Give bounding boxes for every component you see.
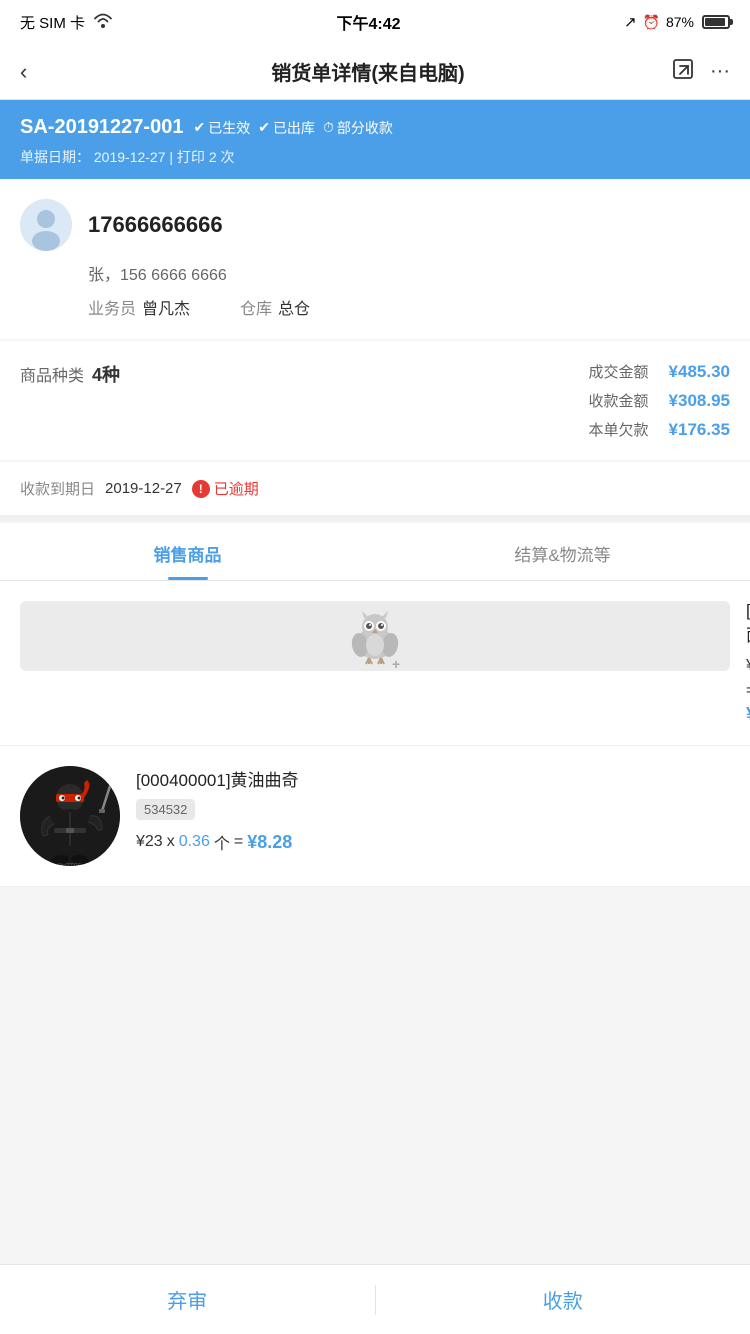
warehouse-name: 总仓: [278, 295, 310, 319]
customer-row: 17666666666: [20, 199, 730, 251]
status-badges: ✔ 已生效 ✔ 已出库 ⏱ 部分收款: [193, 118, 392, 138]
received-value: ¥308.95: [669, 391, 730, 411]
product-price-bread: ¥40 x 5 袋 = ¥199.99: [746, 654, 750, 725]
debt-label: 本单欠款: [589, 419, 649, 440]
check-icon-1: ✔: [193, 119, 205, 136]
overdue-text: 已逾期: [214, 478, 259, 499]
product-info-bread: [0000002]面包 ¥40 x 5 袋 = ¥199.99: [746, 601, 750, 725]
product-item-bread: + [0000002]面包 ¥40 x 5 袋 = ¥199.99: [0, 581, 750, 746]
check-icon-2: ✔: [258, 119, 270, 136]
wifi-icon: [93, 12, 113, 32]
product-info-cookie: [000400001]黄油曲奇 534532 ¥23 x 0.36 个 = ¥8…: [136, 766, 730, 854]
customer-section: 17666666666 张，156 6666 6666 业务员 曾凡杰 仓库 总…: [0, 179, 750, 339]
nav-actions: ···: [672, 58, 730, 86]
product-type-value: 4种: [92, 361, 120, 387]
status-shipped: ✔ 已出库: [258, 118, 315, 138]
product-image-cookie: BUTTER: [20, 766, 120, 866]
salesperson-meta: 业务员 曾凡杰: [88, 295, 190, 319]
status-effective: ✔ 已生效: [193, 118, 250, 138]
svg-text:+: +: [392, 656, 400, 671]
battery-percent: 87%: [666, 14, 694, 30]
status-partial-payment: ⏱ 部分收款: [323, 118, 393, 138]
overdue-icon: !: [192, 480, 210, 498]
product-tag-cookie: 534532: [136, 799, 195, 820]
order-id: SA-20191227-001: [20, 116, 183, 139]
more-button[interactable]: ···: [710, 60, 730, 83]
order-header-banner: SA-20191227-001 ✔ 已生效 ✔ 已出库 ⏱ 部分收款 单据日期：…: [0, 100, 750, 179]
overdue-badge: ! 已逾期: [192, 478, 259, 499]
financial-stats: 成交金额 ¥485.30 收款金额 ¥308.95 本单欠款 ¥176.35: [589, 361, 730, 440]
bottom-bar: 弃审 收款: [0, 1264, 750, 1334]
order-id-row: SA-20191227-001 ✔ 已生效 ✔ 已出库 ⏱ 部分收款: [20, 116, 730, 139]
collect-payment-button[interactable]: 收款: [376, 1269, 750, 1330]
received-label: 收款金额: [589, 390, 649, 411]
share-button[interactable]: [672, 58, 694, 86]
amount-value: ¥485.30: [669, 362, 730, 382]
alarm-icon: ⏰: [643, 14, 660, 31]
debt-row: 本单欠款 ¥176.35: [589, 419, 730, 440]
product-type-label: 商品种类: [20, 362, 84, 386]
status-left: 无 SIM 卡: [20, 12, 113, 33]
status-time: 下午4:42: [336, 10, 400, 34]
tabs: 销售商品 结算&物流等: [0, 523, 750, 581]
total-bread: ¥199.99: [746, 704, 750, 725]
debt-value: ¥176.35: [669, 420, 730, 440]
customer-name-phone: 张，156 6666 6666: [20, 261, 730, 285]
salesperson-name: 曾凡杰: [142, 295, 190, 319]
due-date-section: 收款到期日 2019-12-27 ! 已逾期: [0, 462, 750, 521]
received-row: 收款金额 ¥308.95: [589, 390, 730, 411]
avatar: [20, 199, 72, 251]
salesperson-label: 业务员: [88, 295, 136, 319]
tab-sales-products[interactable]: 销售商品: [0, 523, 375, 580]
due-date-label: 收款到期日: [20, 478, 95, 499]
product-name-cookie: [000400001]黄油曲奇: [136, 766, 730, 791]
total-cookie: ¥8.28: [247, 832, 292, 853]
svg-text:BUTTER: BUTTER: [58, 864, 83, 866]
tab-settlement-logistics[interactable]: 结算&物流等: [375, 523, 750, 580]
location-icon: ↗: [624, 13, 637, 31]
amount-row: 成交金额 ¥485.30: [589, 361, 730, 382]
status-bar: 无 SIM 卡 下午4:42 ↗ ⏰ 87%: [0, 0, 750, 44]
product-image-bread: +: [20, 601, 730, 671]
order-date-row: 单据日期： 2019-12-27 | 打印 2 次: [20, 147, 730, 167]
customer-meta: 业务员 曾凡杰 仓库 总仓: [20, 295, 730, 319]
due-date-value: 2019-12-27: [105, 480, 182, 497]
battery-icon: [702, 15, 730, 29]
page-title: 销货单详情(来自电脑): [64, 57, 672, 86]
warehouse-label: 仓库: [240, 295, 272, 319]
clock-icon: ⏱: [323, 119, 334, 136]
amount-label: 成交金额: [589, 361, 649, 382]
status-right: ↗ ⏰ 87%: [624, 13, 730, 31]
product-item-cookie: BUTTER [000400001]黄油曲奇 534532 ¥23 x 0.36…: [0, 746, 750, 887]
product-type-count: 商品种类 4种: [20, 361, 120, 387]
cancel-audit-button[interactable]: 弃审: [0, 1269, 375, 1330]
warehouse-meta: 仓库 总仓: [240, 295, 310, 319]
product-price-cookie: ¥23 x 0.36 个 = ¥8.28: [136, 830, 730, 854]
product-list: + [0000002]面包 ¥40 x 5 袋 = ¥199.99: [0, 581, 750, 907]
product-name-bread: [0000002]面包: [746, 601, 750, 646]
nav-bar: ‹ 销货单详情(来自电脑) ···: [0, 44, 750, 100]
stats-section: 商品种类 4种 成交金额 ¥485.30 收款金额 ¥308.95 本单欠款 ¥…: [0, 341, 750, 460]
back-button[interactable]: ‹: [20, 59, 64, 85]
qty-cookie: 0.36: [179, 833, 210, 851]
carrier-text: 无 SIM 卡: [20, 12, 85, 33]
customer-phone: 17666666666: [88, 212, 223, 238]
